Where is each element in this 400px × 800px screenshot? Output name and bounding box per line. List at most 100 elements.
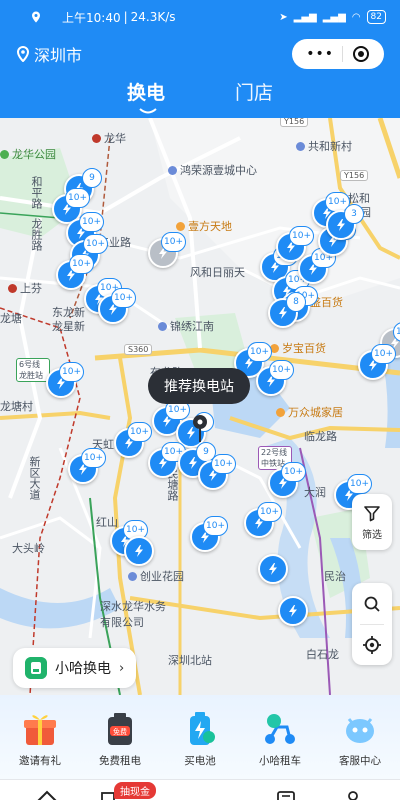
map-label-yishengtiandi: 壹方天地 [176,218,232,234]
close-miniapp-icon[interactable] [352,45,370,63]
station-count-badge: 10+ [69,254,94,274]
service-free-rent-label: 免费租电 [99,754,141,767]
swap-station-marker[interactable]: 3 [326,204,364,240]
service-invite-label: 邀请有礼 [19,754,61,767]
road-badge-s360: S360 [124,344,153,355]
tab-battery-swap[interactable]: 换电 [126,78,165,114]
filter-icon [364,505,380,521]
miniapp-capsule: ••• [292,39,384,69]
station-count-badge: 10+ [79,212,104,232]
map-label-baishilong: 白石龙 [306,648,339,661]
nav-profile-icon[interactable] [345,790,361,800]
locate-icon [363,635,381,654]
station-count-badge: 10+ [81,448,106,468]
station-count-badge: 10+ [203,516,228,536]
status-bar: 上午10:40 | 24.3K/s ➤ ▂▄▆ ▂▄▆ ◠ 82 [0,0,400,34]
road-badge-y156b: Y156 [340,170,369,181]
station-count-badge: 10+ [281,462,306,482]
map-label-datouling: 大头岭 [12,542,45,555]
swap-station-marker[interactable]: 10+ [190,516,228,552]
more-icon[interactable]: ••• [306,46,334,62]
navigation-arrow-icon: ➤ [279,11,288,23]
map-label-chuangye: 创业花园 [128,568,184,584]
current-location-pin-icon [193,415,207,442]
nav-message-icon[interactable] [276,790,296,800]
xiaoha-swap-entry[interactable]: 小哈换电 › [13,648,137,688]
recommend-station-tooltip[interactable]: 推荐换电站 [148,368,250,404]
station-count-badge: 10+ [83,234,108,254]
swap-station-marker[interactable]: 10+ [56,254,94,290]
station-count-badge: 3 [344,204,364,224]
locate-button[interactable] [362,625,382,665]
service-scooter-rent[interactable]: 小哈租车 [243,711,317,768]
bottom-nav: 抽现金 [0,779,400,800]
swap-station-marker[interactable]: 10+ [98,288,136,324]
map-label-gonghe: 共和新村 [296,138,352,154]
swap-station-marker[interactable]: 10+ [114,422,152,458]
map-label-longhua: 龙华 [92,130,126,146]
swap-station-marker[interactable]: 10+ [298,248,336,284]
swap-station-marker[interactable] [278,596,308,626]
station-count-badge: 10+ [161,232,186,252]
station-count-badge: 10+ [211,454,236,474]
swap-station-marker[interactable]: 10+ [46,362,84,398]
map-label-longsheng: 龙胜路 [30,218,43,251]
station-count-badge: 10+ [127,422,152,442]
map-label-longtang: 龙塘 [0,312,22,325]
map-view[interactable]: Y156 Y156 S360 龙华 龙华公园 和平路 龙胜路 工业路 上芬 东龙… [0,118,400,695]
service-row: 邀请有礼 免费 免费租电 买电池 小哈租车 客服中心 [0,695,400,779]
swap-station-marker[interactable] [124,536,154,566]
swap-station-marker[interactable]: 8 [268,292,306,328]
map-label-linlong: 临龙路 [304,430,337,443]
nav-home-icon[interactable] [36,790,58,800]
swap-station-marker[interactable] [258,554,288,584]
filter-button[interactable]: 筛选 [352,494,392,550]
map-tools [352,583,392,665]
service-invite[interactable]: 邀请有礼 [3,711,77,768]
map-label-wanzhong: 万众城家居 [276,404,343,420]
signal-2-icon: ▂▄▆ [322,11,346,23]
wifi-icon: ◠ [351,11,361,23]
swap-station-marker[interactable]: 10+ [244,502,282,538]
tab-stores[interactable]: 门店 [235,78,273,105]
service-buy-battery-label: 买电池 [184,754,216,767]
gift-icon [24,714,56,745]
service-scooter-rent-label: 小哈租车 [259,754,301,767]
signal-icon: ▂▄▆ [293,11,317,23]
service-buy-battery[interactable]: 买电池 [163,711,237,768]
city-selector[interactable]: 深圳市 [16,42,82,66]
station-count-badge: 10+ [257,502,282,522]
cash-lottery-badge[interactable]: 抽现金 [114,782,156,799]
map-label-longxin: 龙星新 [52,320,85,333]
map-label-darun: 大润 [304,486,326,499]
map-label-hongshan: 红山 [96,516,118,529]
lightning-icon [135,545,143,557]
station-count-badge: 8 [286,292,306,312]
xiaoha-logo-icon [25,657,47,679]
buy-battery-icon [190,711,215,745]
swap-station-marker[interactable]: 10+ [148,232,186,268]
map-label-fenghe: 风和日丽天 [190,266,245,279]
location-status-icon [32,11,40,23]
search-button[interactable] [363,584,381,624]
lightning-icon [289,605,297,617]
station-count-badge: 10+ [347,474,372,494]
station-count-badge: 10+ [65,188,90,208]
tab-battery-swap-label: 换电 [126,82,165,104]
map-label-shenzhen-north: 深圳北站 [168,654,212,667]
battery-icon: 82 [366,10,386,24]
service-customer-center[interactable]: 客服中心 [323,711,397,768]
swap-station-marker[interactable]: 10+ [68,448,106,484]
station-count-badge: 10+ [371,344,396,364]
swap-station-marker[interactable]: 10+ [268,462,306,498]
swap-station-marker[interactable]: 10+ [198,454,236,490]
service-free-rent[interactable]: 免费 免费租电 [83,711,157,768]
swap-station-marker[interactable]: 10+ [358,344,396,380]
svg-text:免费: 免费 [113,727,127,736]
station-count-badge: 10+ [111,288,136,308]
map-label-yibao: 岁宝百货 [270,340,326,356]
swap-station-marker[interactable]: 10+ [256,360,294,396]
tab-active-indicator [139,108,157,114]
chevron-right-icon: › [119,660,125,676]
swap-station-marker[interactable]: 10+ [148,442,186,478]
